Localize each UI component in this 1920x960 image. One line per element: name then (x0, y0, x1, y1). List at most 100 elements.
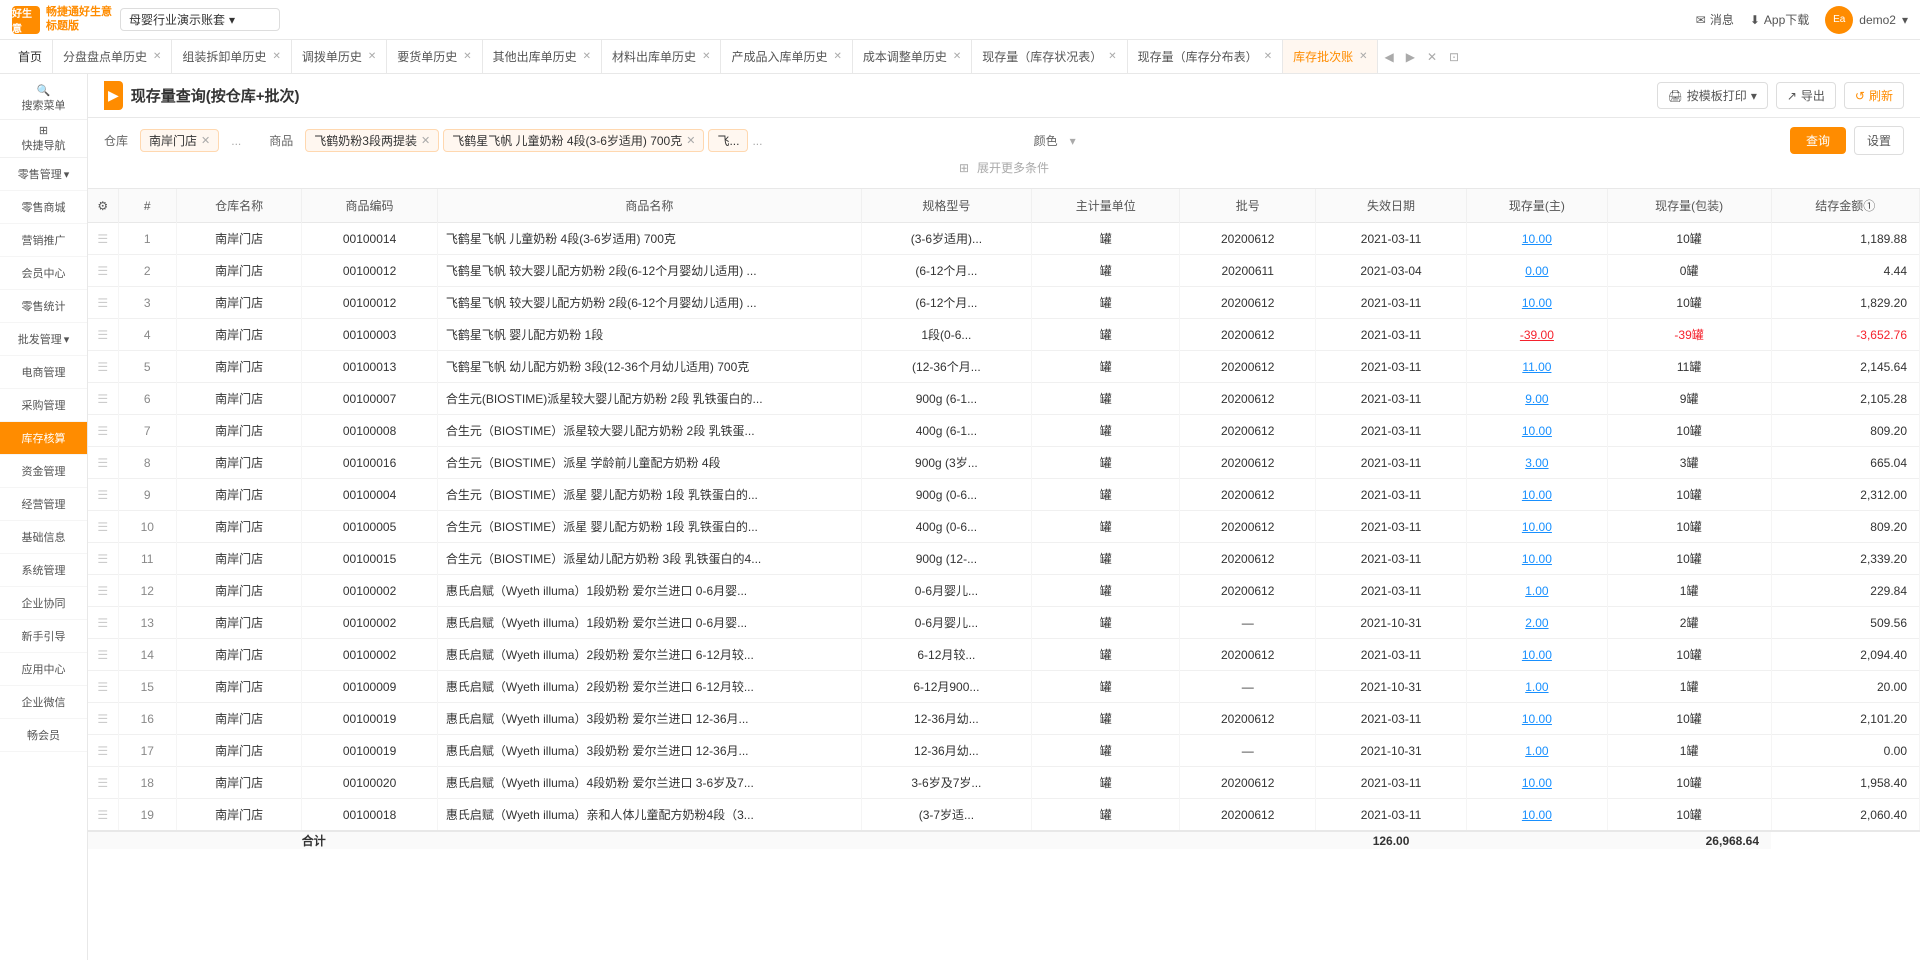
tag-close-icon[interactable]: ✕ (686, 134, 695, 147)
warehouse-more[interactable]: ... (231, 134, 241, 148)
sidebar-quicknav[interactable]: ⊞ 快捷导航 (0, 120, 87, 158)
product-tag-3[interactable]: 飞... (708, 129, 748, 152)
sidebar-item-inventory[interactable]: 库存核算 (0, 422, 87, 455)
tab-cailiao[interactable]: 材料出库单历史 ✕ (602, 40, 721, 74)
tab-nav-left[interactable]: ◀ (1378, 50, 1399, 64)
row-qty-main[interactable]: 10.00 (1467, 639, 1608, 671)
tab-close-icon[interactable]: ✕ (1108, 51, 1116, 62)
row-qty-main[interactable]: 10.00 (1467, 543, 1608, 575)
tab-more[interactable]: ⊡ (1443, 50, 1465, 64)
message-button[interactable]: ✉ 消息 (1696, 11, 1734, 28)
row-unit: 罐 (1032, 639, 1180, 671)
row-qty-main[interactable]: 10.00 (1467, 511, 1608, 543)
tab-nav-right[interactable]: ▶ (1400, 50, 1421, 64)
tab-chengben[interactable]: 成本调整单历史 ✕ (853, 40, 972, 74)
sidebar-item-basic-info[interactable]: 基础信息 (0, 521, 87, 554)
row-qty-main[interactable]: 3.00 (1467, 447, 1608, 479)
sidebar-item-retail-stats[interactable]: 零售统计 (0, 290, 87, 323)
sidebar-item-member-plus[interactable]: 畅会员 (0, 719, 87, 752)
tab-kucun-batch[interactable]: 库存批次账 ✕ (1283, 40, 1378, 74)
tab-chancheng[interactable]: 产成品入库单历史 ✕ (721, 40, 852, 74)
row-qty-pkg: 10罐 (1607, 223, 1771, 255)
setting-button[interactable]: 设置 (1854, 126, 1904, 155)
row-unit: 罐 (1032, 223, 1180, 255)
row-qty-pkg: 10罐 (1607, 479, 1771, 511)
row-qty-main[interactable]: 0.00 (1467, 255, 1608, 287)
company-dropdown[interactable]: 母婴行业演示账套 ▾ (120, 8, 280, 31)
tag-close-icon[interactable]: ✕ (201, 134, 210, 147)
row-qty-main[interactable]: 10.00 (1467, 479, 1608, 511)
tab-close-icon[interactable]: ✕ (463, 51, 471, 62)
tab-xiancun-status[interactable]: 现存量（库存状况表） ✕ (972, 40, 1127, 74)
table-row: ☰ 10 南岸门店 00100005 合生元（BIOSTIME）派星 婴儿配方奶… (88, 511, 1920, 543)
app-download-button[interactable]: ⬇ App下载 (1750, 11, 1809, 28)
row-expire: 2021-03-11 (1316, 447, 1467, 479)
row-qty-main[interactable]: 10.00 (1467, 415, 1608, 447)
row-qty-main[interactable]: 10.00 (1467, 703, 1608, 735)
tab-close-all[interactable]: ✕ (1421, 50, 1443, 64)
tab-close-icon[interactable]: ✕ (833, 51, 841, 62)
tab-close-icon[interactable]: ✕ (583, 51, 591, 62)
row-qty-main[interactable]: 10.00 (1467, 767, 1608, 799)
row-qty-main[interactable]: 1.00 (1467, 575, 1608, 607)
sidebar-item-ecommerce[interactable]: 电商管理 (0, 356, 87, 389)
tab-qitachuku[interactable]: 其他出库单历史 ✕ (483, 40, 602, 74)
row-expire: 2021-03-11 (1316, 351, 1467, 383)
row-qty-main[interactable]: 1.00 (1467, 735, 1608, 767)
row-number: 18 (118, 767, 176, 799)
row-qty-main[interactable]: 11.00 (1467, 351, 1608, 383)
row-qty-main[interactable]: 1.00 (1467, 671, 1608, 703)
tab-yaohuo[interactable]: 要货单历史 ✕ (387, 40, 482, 74)
sidebar-item-weixin[interactable]: 企业微信 (0, 686, 87, 719)
export-button[interactable]: ↗ 导出 (1776, 82, 1836, 109)
product-more[interactable]: ... (752, 134, 762, 148)
tab-close-icon[interactable]: ✕ (702, 51, 710, 62)
footer-empty (88, 831, 302, 849)
tab-close-icon[interactable]: ✕ (272, 51, 280, 62)
sidebar-item-member[interactable]: 会员中心 (0, 257, 87, 290)
sidebar-item-operation[interactable]: 经营管理 (0, 488, 87, 521)
tab-zuzhuang[interactable]: 组装拆卸单历史 ✕ (172, 40, 291, 74)
row-qty-main[interactable]: 10.00 (1467, 799, 1608, 832)
tab-close-icon[interactable]: ✕ (153, 51, 161, 62)
row-unit: 罐 (1032, 415, 1180, 447)
col-qty-main: 现存量(主) (1467, 189, 1608, 223)
tab-close-icon[interactable]: ✕ (1264, 51, 1272, 62)
chevron-down-color-icon[interactable]: ▾ (1070, 134, 1076, 148)
tab-fenpan[interactable]: 分盘盘点单历史 ✕ (53, 40, 172, 74)
tag-close-icon[interactable]: ✕ (421, 134, 430, 147)
tab-close-icon[interactable]: ✕ (953, 51, 961, 62)
tab-close-icon[interactable]: ✕ (368, 51, 376, 62)
template-print-button[interactable]: 🖨 按模板打印 ▾ (1657, 82, 1768, 109)
row-qty-main[interactable]: 10.00 (1467, 223, 1608, 255)
sidebar-item-wholesale[interactable]: 批发管理 ▾ (0, 323, 87, 356)
sidebar-item-retail-mgmt[interactable]: 零售管理 ▾ (0, 158, 87, 191)
sidebar-item-marketing[interactable]: 营销推广 (0, 224, 87, 257)
row-qty-main[interactable]: 2.00 (1467, 607, 1608, 639)
expand-row[interactable]: ⊞ 展开更多条件 (104, 155, 1904, 180)
row-qty-main[interactable]: 10.00 (1467, 287, 1608, 319)
product-tag-1[interactable]: 飞鹤奶粉3段两提装 ✕ (305, 129, 439, 152)
sidebar-item-corp-collab[interactable]: 企业协同 (0, 587, 87, 620)
sidebar-item-system[interactable]: 系统管理 (0, 554, 87, 587)
tab-xiancun-dist[interactable]: 现存量（库存分布表） ✕ (1128, 40, 1283, 74)
sidebar-item-guide[interactable]: 新手引导 (0, 620, 87, 653)
row-unit: 罐 (1032, 383, 1180, 415)
refresh-button[interactable]: ↺ 刷新 (1844, 82, 1904, 109)
warehouse-tag[interactable]: 南岸门店 ✕ (140, 129, 219, 152)
sidebar-item-app-center[interactable]: 应用中心 (0, 653, 87, 686)
user-area[interactable]: Ea demo2 ▾ (1825, 6, 1908, 34)
product-tag-2[interactable]: 飞鹤星飞帆 儿童奶粉 4段(3-6岁适用) 700克 ✕ (443, 129, 704, 152)
tab-diaob[interactable]: 调拨单历史 ✕ (292, 40, 387, 74)
sidebar-item-finance[interactable]: 资金管理 (0, 455, 87, 488)
sidebar-item-purchase[interactable]: 采购管理 (0, 389, 87, 422)
sidebar-search[interactable]: 🔍 搜索菜单 (0, 78, 87, 120)
tab-home[interactable]: 首页 (8, 40, 53, 74)
row-qty-main[interactable]: 9.00 (1467, 383, 1608, 415)
collapse-button[interactable]: ▶ (104, 81, 123, 110)
search-button[interactable]: 查询 (1790, 127, 1846, 154)
row-qty-main[interactable]: -39.00 (1467, 319, 1608, 351)
col-settings[interactable]: ⚙ (88, 189, 118, 223)
tab-close-icon[interactable]: ✕ (1359, 51, 1367, 62)
sidebar-item-retail-shop[interactable]: 零售商城 (0, 191, 87, 224)
